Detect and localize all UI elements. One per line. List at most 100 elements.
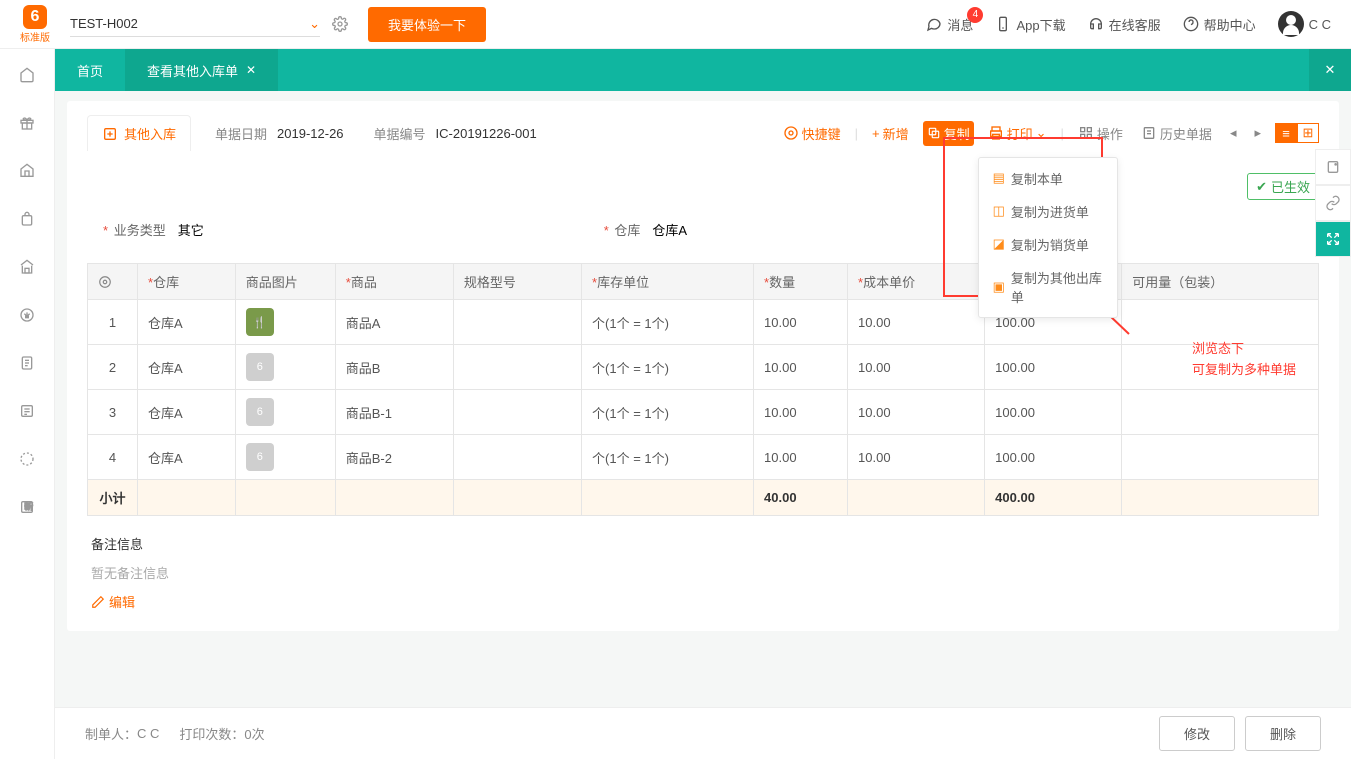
app-download-label: App下载: [1016, 15, 1065, 34]
row-num: 3: [88, 390, 138, 435]
cell-price: 10.00: [848, 435, 985, 480]
remark-edit-button[interactable]: 编辑: [91, 592, 1315, 611]
col-image: 商品图片: [235, 264, 335, 300]
table-row[interactable]: 2 仓库A 6 商品B 个(1个 = 1个) 10.00 10.00 100.0…: [88, 345, 1319, 390]
cell-prod: 商品B: [335, 345, 453, 390]
cell-prod: 商品B-2: [335, 435, 453, 480]
col-gear[interactable]: [88, 264, 138, 300]
cell-qty: 10.00: [754, 435, 848, 480]
table-row[interactable]: 3 仓库A 6 商品B-1 个(1个 = 1个) 10.00 10.00 100…: [88, 390, 1319, 435]
cell-img: 🍴: [235, 300, 335, 345]
dd-label: 复制本单: [1011, 169, 1063, 188]
sidebar-stock[interactable]: [15, 255, 39, 279]
table-row[interactable]: 4 仓库A 6 商品B-2 个(1个 = 1个) 10.00 10.00 100…: [88, 435, 1319, 480]
tabbar: 首页 查看其他入库单 ✕ ✕: [55, 49, 1351, 91]
help-link[interactable]: 帮助中心: [1183, 15, 1256, 34]
sidebar-new[interactable]: 新: [15, 495, 39, 519]
ops-button[interactable]: 操作: [1074, 121, 1127, 146]
date-label: 单据日期: [215, 124, 267, 143]
app-download-link[interactable]: App下载: [995, 15, 1065, 34]
view-list-button[interactable]: ≡: [1275, 123, 1297, 143]
items-table: *仓库 商品图片 *商品 规格型号 *库存单位 *数量 *成本单价 *成本金额 …: [87, 263, 1319, 516]
product-thumb: 6: [246, 398, 274, 426]
cell-unit: 个(1个 = 1个): [582, 345, 754, 390]
cell-prod: 商品A: [335, 300, 453, 345]
headset-icon: [1088, 16, 1104, 32]
sidebar-finance[interactable]: [15, 303, 39, 327]
cell-wh: 仓库A: [138, 345, 236, 390]
rail-note-button[interactable]: [1315, 149, 1351, 185]
shortcut-label: 快捷键: [802, 124, 841, 143]
cell-wh: 仓库A: [138, 300, 236, 345]
creator-label: 制单人：: [85, 724, 137, 743]
edit-icon: [91, 595, 105, 609]
gear-icon[interactable]: [332, 16, 348, 32]
grid-icon: [1078, 125, 1094, 141]
sidebar-sales[interactable]: [15, 207, 39, 231]
sidebar-gift[interactable]: [15, 111, 39, 135]
copy-icon: [927, 126, 941, 140]
copy-this-bill[interactable]: ▤复制本单: [979, 162, 1117, 195]
history-button[interactable]: 历史单据: [1137, 121, 1216, 146]
tab-home[interactable]: 首页: [55, 49, 125, 91]
inbound-icon: [102, 126, 118, 142]
copy-as-outbound[interactable]: ▣复制为其他出库单: [979, 261, 1117, 313]
tab-current[interactable]: 查看其他入库单 ✕: [125, 49, 278, 91]
rail-expand-button[interactable]: [1315, 221, 1351, 257]
sidebar-list[interactable]: [15, 399, 39, 423]
sidebar-purchase[interactable]: [15, 159, 39, 183]
table-row[interactable]: 1 仓库A 🍴 商品A 个(1个 = 1个) 10.00 10.00 100.0…: [88, 300, 1319, 345]
product-thumb: 6: [246, 353, 274, 381]
code-label: 单据编号: [374, 124, 426, 143]
status-badge: ✔ 已生效: [1247, 173, 1319, 200]
col-warehouse: *仓库: [138, 264, 236, 300]
chevron-down-icon: ⌄: [309, 16, 320, 32]
user-menu[interactable]: C C: [1278, 11, 1331, 37]
copy-as-purchase[interactable]: ◫复制为进货单: [979, 195, 1117, 228]
copy-as-sales[interactable]: ◪复制为销货单: [979, 228, 1117, 261]
logo[interactable]: 6 标准版: [20, 5, 50, 44]
delete-button[interactable]: 删除: [1245, 716, 1321, 751]
service-link[interactable]: 在线客服: [1088, 15, 1161, 34]
col-unit: *库存单位: [582, 264, 754, 300]
sidebar-home[interactable]: [15, 63, 39, 87]
bill-type-tab[interactable]: 其他入库: [87, 115, 191, 151]
copy-button[interactable]: 复制 ▤复制本单 ◫复制为进货单 ◪复制为销货单 ▣复制为其他出库单: [923, 121, 974, 146]
shortcut-button[interactable]: 快捷键: [779, 121, 845, 146]
wh-value: 仓库A: [652, 220, 687, 239]
phone-icon: [995, 16, 1011, 32]
row-num: 4: [88, 435, 138, 480]
ops-label: 操作: [1097, 124, 1123, 143]
sidebar-report[interactable]: [15, 351, 39, 375]
dd-label: 复制为销货单: [1011, 235, 1089, 254]
cell-spec: [453, 300, 581, 345]
next-button[interactable]: ▸: [1250, 122, 1265, 144]
messages-link[interactable]: 消息 4: [926, 15, 973, 34]
cell-price: 10.00: [848, 345, 985, 390]
close-icon[interactable]: ✕: [246, 63, 256, 77]
remark-edit-label: 编辑: [109, 592, 135, 611]
view-grid-button[interactable]: ⊞: [1297, 123, 1319, 143]
modify-button[interactable]: 修改: [1159, 716, 1235, 751]
cell-unit: 个(1个 = 1个): [582, 390, 754, 435]
add-button[interactable]: + 新增: [868, 121, 913, 146]
type-value: 其它: [178, 220, 204, 239]
cell-prod: 商品B-1: [335, 390, 453, 435]
org-selector[interactable]: TEST-H002 ⌄: [70, 12, 320, 37]
check-icon: ✔: [1256, 179, 1267, 195]
prev-button[interactable]: ◂: [1226, 122, 1241, 144]
col-qty: *数量: [754, 264, 848, 300]
print-button[interactable]: 打印 ⌄: [984, 121, 1051, 146]
sidebar-settings[interactable]: [15, 447, 39, 471]
annotation-text: 浏览态下 可复制为多种单据: [1192, 339, 1296, 381]
rail-link-button[interactable]: [1315, 185, 1351, 221]
cell-amount: 100.00: [985, 435, 1122, 480]
cell-unit: 个(1个 = 1个): [582, 300, 754, 345]
user-name: C C: [1309, 17, 1331, 32]
tabbar-close-button[interactable]: ✕: [1309, 49, 1351, 91]
cell-unit: 个(1个 = 1个): [582, 435, 754, 480]
cell-qty: 10.00: [754, 300, 848, 345]
gear-icon: [98, 275, 112, 289]
plus-icon: +: [872, 126, 880, 141]
try-button[interactable]: 我要体验一下: [368, 7, 486, 42]
